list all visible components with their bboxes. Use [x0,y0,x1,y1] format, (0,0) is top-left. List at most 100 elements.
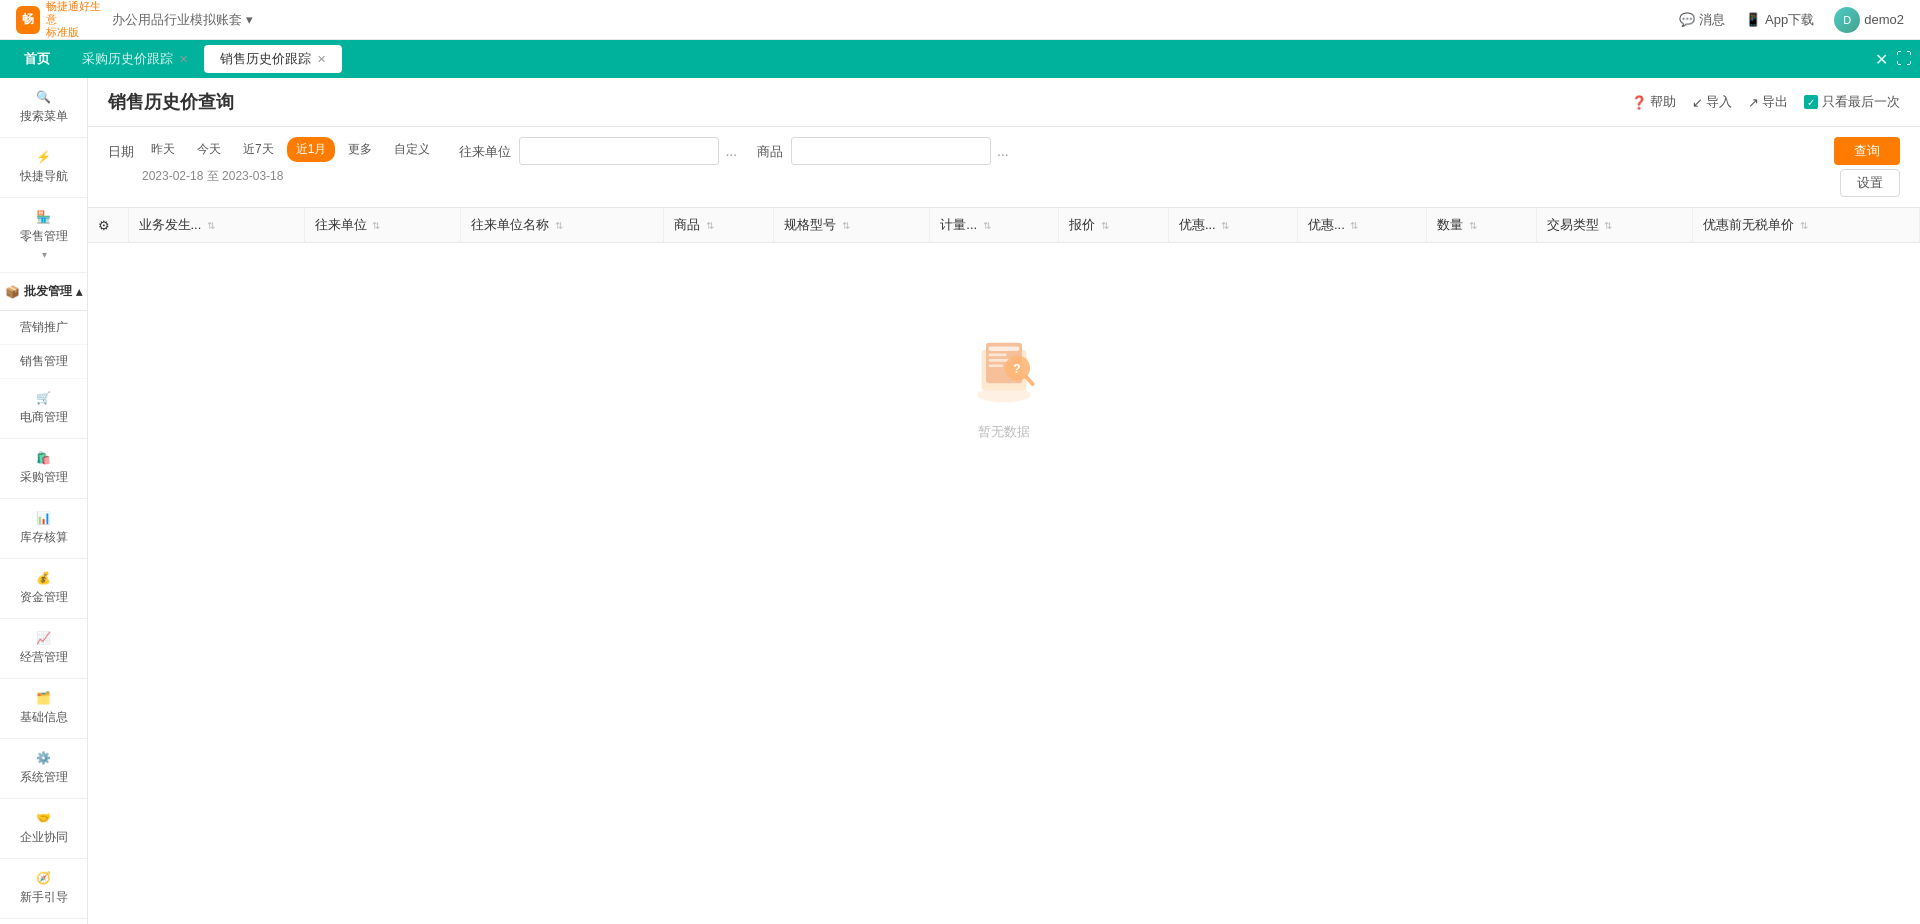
help-action[interactable]: ❓ 帮助 [1631,93,1676,111]
unit-dots-icon[interactable]: ... [725,143,737,159]
sidebar-item-system[interactable]: ⚙️ 系统管理 [0,739,87,799]
th-discount2[interactable]: 优惠... ⇅ [1297,208,1426,243]
page-header-actions: ❓ 帮助 ↙ 导入 ↗ 导出 只看最后一次 [1631,93,1900,123]
sidebar-item-sales-mgmt[interactable]: 销售管理 [0,345,87,379]
settings-button[interactable]: 设置 [1840,169,1900,197]
sort-arrows-pre-tax-price[interactable]: ⇅ [1800,220,1808,231]
sidebar-item-operation[interactable]: 📈 经营管理 [0,619,87,679]
sidebar-item-retail-mgmt[interactable]: 🏪 零售管理 ▾ [0,198,87,273]
sort-arrows-product[interactable]: ⇅ [706,220,714,231]
only-last-checkbox-area[interactable]: 只看最后一次 [1804,93,1900,111]
main-layout: 🔍 搜索菜单 ⚡ 快捷导航 🏪 零售管理 ▾ 📦 批发管理 ▴ 营销推广 销售管… [0,78,1920,924]
sidebar-item-marketing[interactable]: 营销推广 [0,311,87,345]
svg-rect-3 [988,346,1019,351]
sidebar-item-quick-nav[interactable]: ⚡ 快捷导航 [0,138,87,198]
tab-purchase-history[interactable]: 采购历史价跟踪 ✕ [66,45,204,73]
empty-illustration-icon: ? [959,323,1049,413]
th-product[interactable]: 商品 ⇅ [664,208,773,243]
user-area[interactable]: D demo2 [1834,7,1904,33]
close-window-icon[interactable]: ✕ [1875,50,1888,69]
th-trade-type[interactable]: 交易类型 ⇅ [1536,208,1692,243]
fullscreen-icon[interactable]: ⛶ [1896,50,1912,68]
unit-input-group: ... [519,137,737,165]
sidebar-item-basic-info[interactable]: 🗂️ 基础信息 [0,679,87,739]
date-btn-today[interactable]: 今天 [188,137,230,162]
tab-home[interactable]: 首页 [8,45,66,73]
date-btn-custom[interactable]: 自定义 [385,137,439,162]
sidebar-item-ecommerce[interactable]: 🛒 电商管理 [0,379,87,439]
app-download-action[interactable]: 📱 App下载 [1745,11,1814,29]
top-bar: 畅 畅捷通好生意 标准版 办公用品行业模拟账套 ▾ 💬 消息 📱 App下载 D… [0,0,1920,40]
svg-rect-4 [988,354,1006,357]
system-icon: ⚙️ [36,751,51,765]
workspace-arrow-icon: ▾ [246,12,253,27]
sidebar-item-app-center[interactable]: 🔧 应用中心 [0,919,87,924]
query-button[interactable]: 查询 [1834,137,1900,165]
th-quoted-price[interactable]: 报价 ⇅ [1059,208,1168,243]
close-sales-tab-icon[interactable]: ✕ [317,53,326,66]
ecommerce-icon: 🛒 [36,391,51,405]
content-area: 销售历史价查询 ❓ 帮助 ↙ 导入 ↗ 导出 只看最后一次 [88,78,1920,924]
tab-bar-right: ✕ ⛶ [1875,50,1912,69]
sidebar-item-guide[interactable]: 🧭 新手引导 [0,859,87,919]
sort-arrows-biz-date[interactable]: ⇅ [207,220,215,231]
sort-arrows-unit-name[interactable]: ⇅ [555,220,563,231]
date-btn-7days[interactable]: 近7天 [234,137,283,162]
chevron-down-icon: ▾ [42,249,47,260]
sidebar-item-search-menu[interactable]: 🔍 搜索菜单 [0,78,87,138]
sort-arrows-discount1[interactable]: ⇅ [1221,220,1229,231]
sidebar-section-wholesale[interactable]: 📦 批发管理 ▴ [0,273,87,311]
sidebar-item-purchase[interactable]: 🛍️ 采购管理 [0,439,87,499]
unit-input[interactable] [519,137,719,165]
th-spec[interactable]: 规格型号 ⇅ [773,208,929,243]
gear-icon[interactable]: ⚙ [98,218,110,233]
sort-arrows-unit[interactable]: ⇅ [983,220,991,231]
product-input-group: ... [791,137,1009,165]
svg-text:?: ? [1013,362,1021,376]
help-icon: ❓ [1631,95,1647,110]
message-action[interactable]: 💬 消息 [1679,11,1725,29]
th-discount1[interactable]: 优惠... ⇅ [1168,208,1297,243]
logo-area: 畅 畅捷通好生意 标准版 [16,0,104,39]
app-download-icon: 📱 [1745,12,1761,27]
date-btn-more[interactable]: 更多 [339,137,381,162]
retail-icon: 🏪 [36,210,51,224]
th-pre-tax-price[interactable]: 优惠前无税单价 ⇅ [1692,208,1919,243]
sidebar-item-collab[interactable]: 🤝 企业协同 [0,799,87,859]
product-label: 商品 [757,137,783,161]
th-unit-code[interactable]: 往来单位 ⇅ [304,208,460,243]
th-settings[interactable]: ⚙ [88,208,128,243]
unit-label: 往来单位 [459,137,511,161]
wholesale-icon: 📦 [5,285,20,299]
empty-area: ? 暂无数据 [88,243,1920,521]
tab-sales-history[interactable]: 销售历史价跟踪 ✕ [204,45,342,73]
th-qty[interactable]: 数量 ⇅ [1427,208,1536,243]
sort-arrows-discount2[interactable]: ⇅ [1350,220,1358,231]
product-dots-icon[interactable]: ... [997,143,1009,159]
sort-arrows-spec[interactable]: ⇅ [842,220,850,231]
only-last-checkbox[interactable] [1804,95,1818,109]
sort-arrows-trade-type[interactable]: ⇅ [1604,220,1612,231]
workspace-selector[interactable]: 办公用品行业模拟账套 ▾ [112,11,253,29]
nav-icon: ⚡ [36,150,51,164]
date-label: 日期 [108,137,134,161]
sidebar-item-inventory[interactable]: 📊 库存核算 [0,499,87,559]
product-input[interactable] [791,137,991,165]
sort-arrows-unit-code[interactable]: ⇅ [372,220,380,231]
sort-arrows-qty[interactable]: ⇅ [1469,220,1477,231]
sidebar-item-finance[interactable]: 💰 资金管理 [0,559,87,619]
close-purchase-tab-icon[interactable]: ✕ [179,53,188,66]
date-btn-yesterday[interactable]: 昨天 [142,137,184,162]
date-buttons: 昨天 今天 近7天 近1月 更多 自定义 [142,137,439,162]
export-action[interactable]: ↗ 导出 [1748,93,1788,111]
page-header: 销售历史价查询 ❓ 帮助 ↙ 导入 ↗ 导出 只看最后一次 [88,78,1920,127]
table-body: ? 暂无数据 [88,243,1920,522]
th-unit[interactable]: 计量... ⇅ [930,208,1059,243]
sort-arrows-quoted-price[interactable]: ⇅ [1101,220,1109,231]
th-unit-name[interactable]: 往来单位名称 ⇅ [460,208,663,243]
th-biz-date[interactable]: 业务发生... ⇅ [128,208,304,243]
operation-icon: 📈 [36,631,51,645]
chevron-up-icon: ▴ [76,285,82,299]
date-btn-1month[interactable]: 近1月 [287,137,336,162]
import-action[interactable]: ↙ 导入 [1692,93,1732,111]
